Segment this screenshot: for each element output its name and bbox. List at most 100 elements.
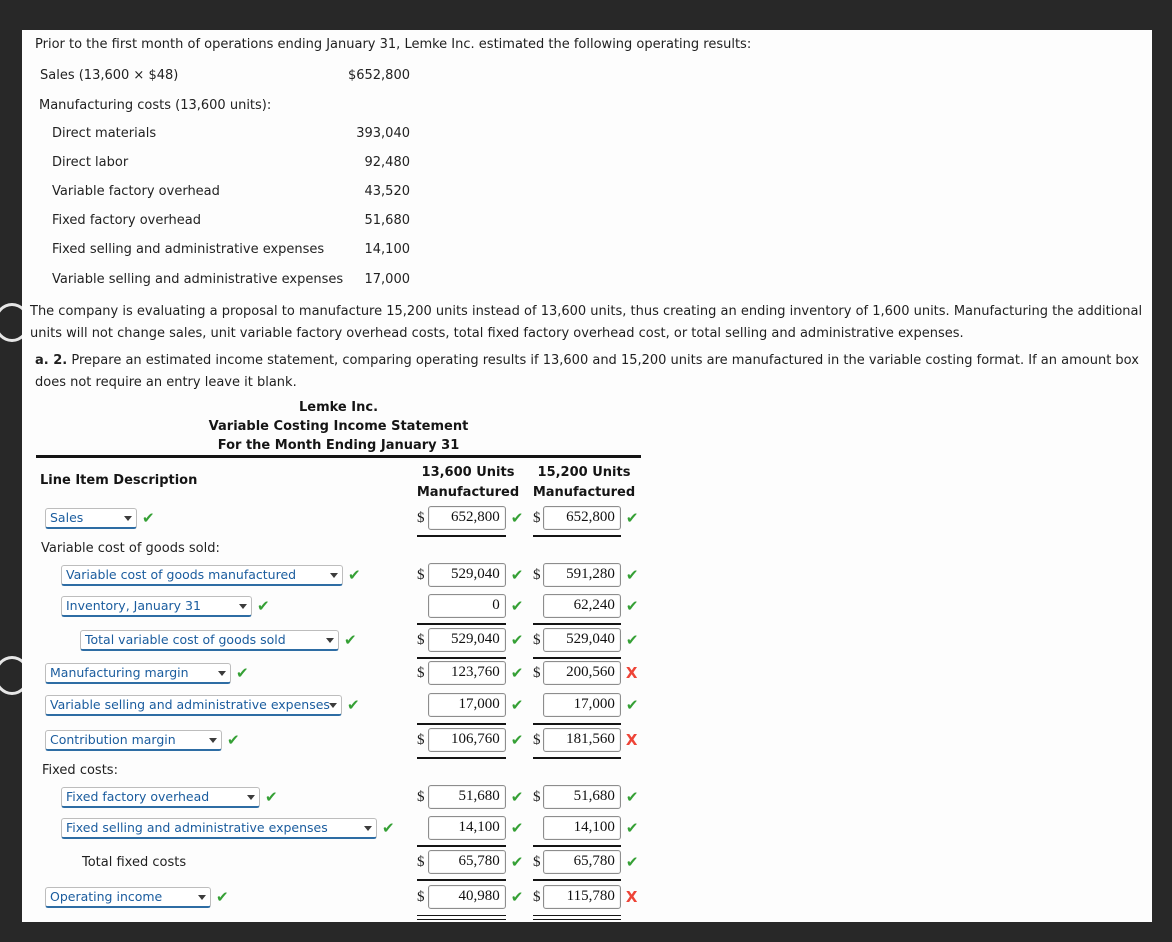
select-value: Contribution margin bbox=[50, 731, 176, 747]
dollar-sign: $ bbox=[533, 888, 541, 905]
amount-input[interactable]: 62,240 bbox=[542, 594, 621, 618]
dollar-sign: $ bbox=[417, 664, 425, 681]
dollar-sign: $ bbox=[417, 731, 425, 748]
amount-input[interactable]: 652,800 bbox=[427, 506, 506, 530]
dollar-sign: $ bbox=[417, 509, 425, 526]
amount-input[interactable]: 200,560 bbox=[542, 661, 621, 685]
x-icon: X bbox=[625, 664, 638, 682]
static-line-item-label: Total fixed costs bbox=[82, 854, 187, 870]
chevron-down-icon bbox=[209, 737, 217, 743]
chevron-down-icon bbox=[247, 794, 255, 800]
select-value: Fixed selling and administrative expense… bbox=[66, 819, 328, 835]
statement-company: Lemke Inc. bbox=[298, 400, 379, 415]
section-header-vcogs: Variable cost of goods sold: bbox=[41, 541, 220, 556]
chevron-down-icon bbox=[329, 702, 337, 708]
line-item-select[interactable]: Manufacturing margin bbox=[45, 662, 231, 684]
section-header-fixed-costs: Fixed costs: bbox=[42, 763, 118, 778]
amount-input[interactable]: 529,040 bbox=[427, 628, 506, 652]
statement-row-sales: Sales ✔ $652,800 ✔ $652,800 ✔ bbox=[36, 505, 641, 537]
select-value: Variable cost of goods manufactured bbox=[66, 566, 297, 582]
amount-input[interactable]: 14,100 bbox=[427, 816, 506, 840]
check-icon: ✔ bbox=[510, 631, 524, 649]
check-icon: ✔ bbox=[625, 696, 639, 714]
amount-input[interactable]: 51,680 bbox=[542, 785, 621, 809]
check-icon: ✔ bbox=[344, 631, 357, 649]
amount-input[interactable]: 591,280 bbox=[542, 563, 621, 587]
statement-row-contribution-margin: Contribution margin ✔ $106,760 ✔ $181,560… bbox=[36, 723, 641, 759]
check-icon: ✔ bbox=[625, 853, 639, 871]
content-panel: Prior to the first month of operations e… bbox=[22, 30, 1152, 922]
amount-input[interactable]: 17,000 bbox=[542, 693, 621, 717]
line-item-select[interactable]: Fixed selling and administrative expense… bbox=[61, 817, 377, 839]
line-item-select[interactable]: Fixed factory overhead bbox=[61, 786, 260, 808]
statement-row-total-fixed: Total fixed costs $65,780 ✔ $65,780 ✔ bbox=[36, 845, 641, 881]
units-col1-line1: 13,600 Units bbox=[421, 465, 515, 480]
amount-input[interactable]: 115,780 bbox=[542, 885, 621, 909]
statement-row-ffo: Fixed factory overhead ✔ $51,680 ✔ $51,68… bbox=[36, 784, 641, 814]
dollar-sign: $ bbox=[533, 509, 541, 526]
select-value: Fixed factory overhead bbox=[66, 788, 210, 804]
check-icon: ✔ bbox=[227, 731, 240, 749]
dollar-sign: $ bbox=[417, 631, 425, 648]
select-value: Inventory, January 31 bbox=[66, 597, 201, 613]
line-item-select[interactable]: Sales bbox=[45, 507, 137, 529]
amount-input[interactable]: 65,780 bbox=[427, 850, 506, 874]
chevron-down-icon bbox=[198, 894, 206, 900]
dollar-sign: $ bbox=[533, 664, 541, 681]
line-item-select[interactable]: Variable cost of goods manufactured bbox=[61, 564, 343, 586]
select-value: Operating income bbox=[50, 888, 163, 904]
amount-input[interactable]: 106,760 bbox=[427, 728, 506, 752]
check-icon: ✔ bbox=[510, 566, 524, 584]
dollar-sign: $ bbox=[417, 788, 425, 805]
x-icon: X bbox=[625, 888, 638, 906]
check-icon: ✔ bbox=[257, 597, 270, 615]
statement-row-mfg-margin: Manufacturing margin ✔ $123,760 ✔ $200,56… bbox=[36, 660, 641, 690]
x-icon: X bbox=[625, 731, 638, 749]
page-background: { "page": { "intro": "Prior to the first… bbox=[0, 0, 1172, 942]
amount-input[interactable]: 529,040 bbox=[542, 628, 621, 652]
check-icon: ✔ bbox=[510, 788, 524, 806]
chevron-down-icon bbox=[326, 637, 334, 643]
check-icon: ✔ bbox=[348, 566, 361, 584]
dollar-sign: $ bbox=[417, 888, 425, 905]
amount-input[interactable]: 17,000 bbox=[427, 693, 506, 717]
line-item-select[interactable]: Contribution margin bbox=[45, 729, 222, 751]
chevron-down-icon bbox=[239, 603, 247, 609]
amount-input[interactable]: 123,760 bbox=[427, 661, 506, 685]
dollar-sign: $ bbox=[533, 631, 541, 648]
line-item-header: Line Item Description bbox=[40, 473, 198, 488]
amount-input[interactable]: 51,680 bbox=[427, 785, 506, 809]
units-col1-header: 13,600 Units Manufactured bbox=[410, 463, 526, 502]
line-item-select[interactable]: Operating income bbox=[45, 886, 211, 908]
statement-row-inventory: Inventory, January 31 ✔ 0 ✔ 62,240 ✔ bbox=[36, 593, 641, 623]
units-col2-line2: Manufactured bbox=[532, 484, 636, 500]
line-item-select[interactable]: Total variable cost of goods sold bbox=[80, 629, 339, 651]
check-icon: ✔ bbox=[510, 853, 524, 871]
amount-input[interactable]: 529,040 bbox=[427, 563, 506, 587]
line-item-select[interactable]: Inventory, January 31 bbox=[61, 595, 252, 617]
units-col2-line1: 15,200 Units bbox=[537, 465, 631, 480]
amount-input[interactable]: 40,980 bbox=[427, 885, 506, 909]
statement-row-vcogm: Variable cost of goods manufactured ✔ $5… bbox=[36, 562, 641, 592]
statement-row-total-vcogs: Total variable cost of goods sold ✔ $529… bbox=[36, 623, 641, 659]
check-icon: ✔ bbox=[347, 696, 360, 714]
amount-input[interactable]: 181,560 bbox=[542, 728, 621, 752]
line-item-select[interactable]: Variable selling and administrative expe… bbox=[45, 694, 342, 716]
income-statement: Lemke Inc. Variable Costing Income State… bbox=[36, 30, 641, 922]
amount-input[interactable]: 65,780 bbox=[542, 850, 621, 874]
statement-title: Variable Costing Income Statement bbox=[208, 419, 469, 434]
check-icon: ✔ bbox=[625, 566, 639, 584]
check-icon: ✔ bbox=[510, 731, 524, 749]
check-icon: ✔ bbox=[265, 788, 278, 806]
amount-input[interactable]: 652,800 bbox=[542, 506, 621, 530]
check-icon: ✔ bbox=[625, 819, 639, 837]
chevron-down-icon bbox=[218, 670, 226, 676]
dollar-sign: $ bbox=[533, 731, 541, 748]
amount-input[interactable]: 0 bbox=[427, 594, 506, 618]
amount-input[interactable]: 14,100 bbox=[542, 816, 621, 840]
chevron-down-icon bbox=[330, 572, 338, 578]
chevron-down-icon bbox=[124, 515, 132, 521]
statement-row-var-sa: Variable selling and administrative expe… bbox=[36, 692, 641, 722]
check-icon: ✔ bbox=[510, 696, 524, 714]
units-col1-line2: Manufactured bbox=[416, 484, 520, 500]
